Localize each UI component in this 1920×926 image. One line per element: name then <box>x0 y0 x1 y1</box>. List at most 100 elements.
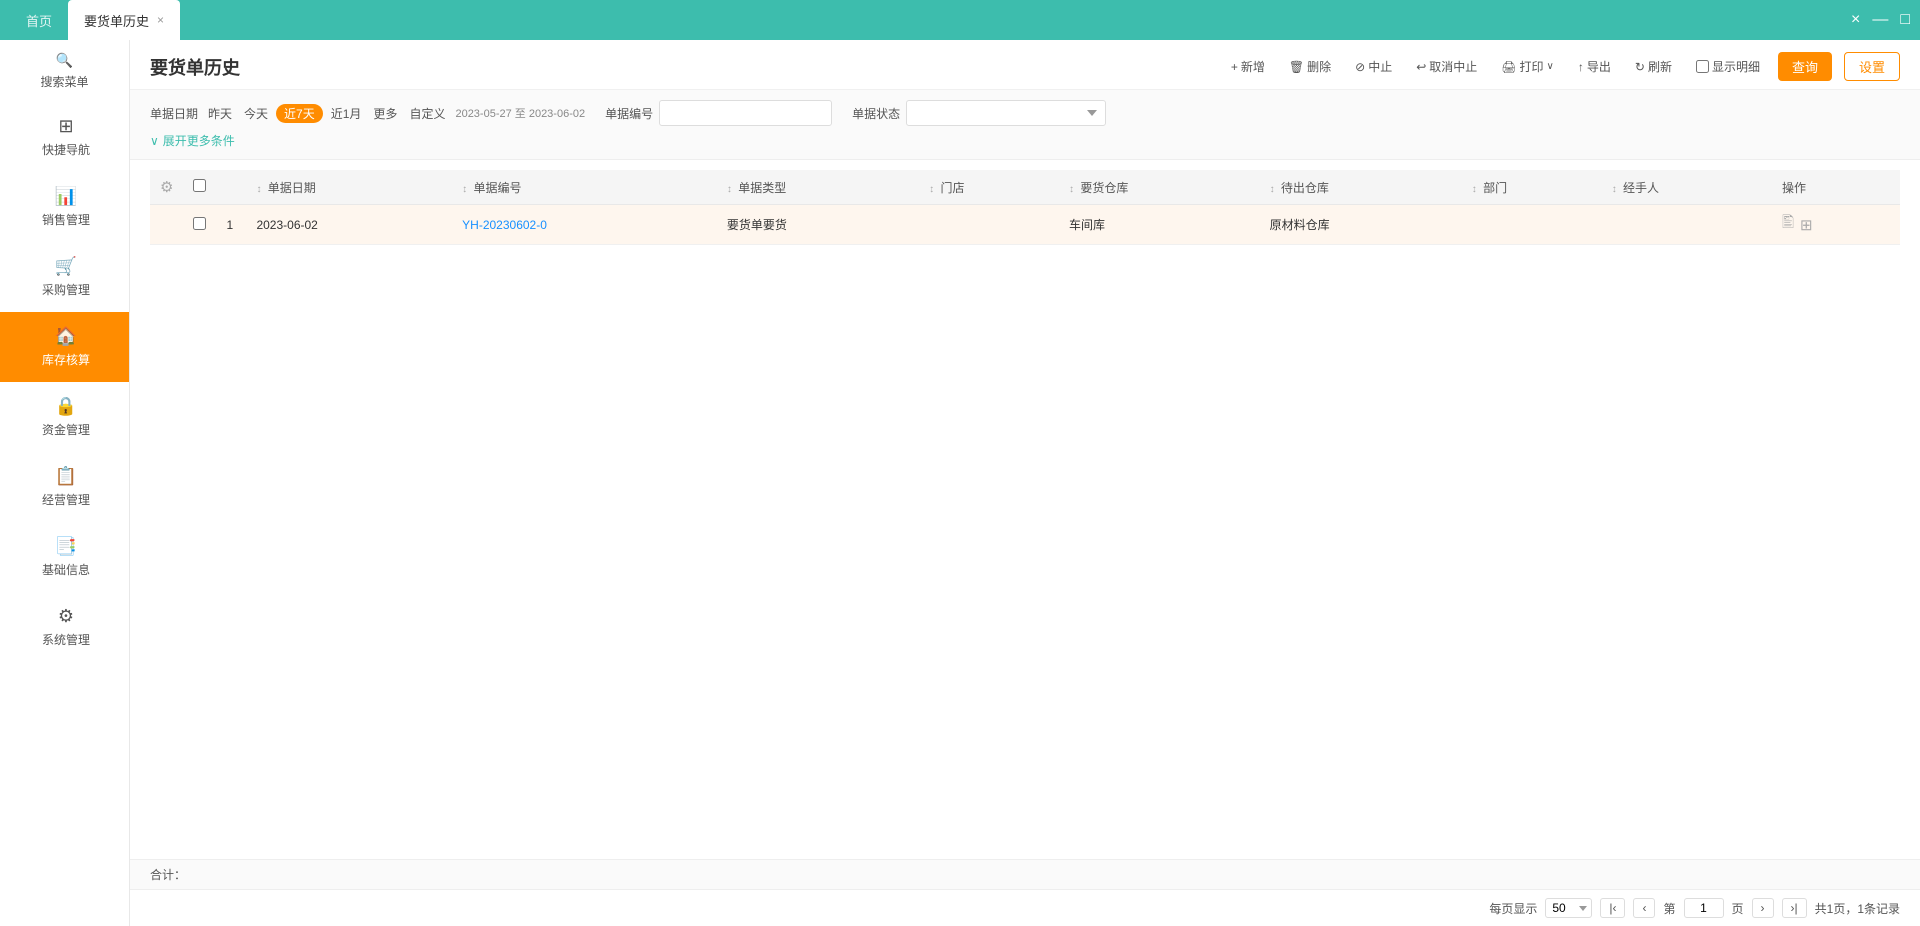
col-store-label: 门店 <box>940 181 964 195</box>
date-btn-today[interactable]: 今天 <box>240 104 272 123</box>
show-detail-checkbox[interactable]: 显示明细 <box>1690 55 1766 78</box>
sidebar-item-base-info[interactable]: 📑 基础信息 <box>0 522 129 592</box>
next-page-button[interactable]: › <box>1752 898 1774 918</box>
req-warehouse-value: 车间库 <box>1069 218 1105 232</box>
ops-icon: 📋 <box>55 466 77 487</box>
row-pending-warehouse: 原材料仓库 <box>1260 205 1462 245</box>
summary-label: 合计： <box>150 868 186 882</box>
sidebar-item-purchase-label: 采购管理 <box>42 281 90 298</box>
tab-close-icon[interactable]: × <box>157 13 164 27</box>
sidebar-item-finance[interactable]: 🔒 资金管理 <box>0 382 129 452</box>
window-maximize-icon[interactable]: □ <box>1900 11 1910 29</box>
prev-page-button[interactable]: ‹ <box>1633 898 1655 918</box>
sidebar: 搜索菜单 ⊞ 快捷导航 📊 销售管理 🛒 采购管理 🏠 库存核算 🔒 资金管理 … <box>0 40 130 926</box>
tab-home[interactable]: 首页 <box>10 0 68 40</box>
delete-icon: 🗑 <box>1289 60 1304 74</box>
sidebar-item-system[interactable]: ⚙ 系统管理 <box>0 592 129 662</box>
export-label: 导出 <box>1587 58 1611 75</box>
row-view-icon[interactable]: 🖺 <box>1782 212 1794 237</box>
col-handler-label: 经手人 <box>1623 181 1659 195</box>
row-handler <box>1602 205 1772 245</box>
col-department[interactable]: 部门 <box>1462 170 1602 205</box>
col-doc-no[interactable]: 单据编号 <box>452 170 717 205</box>
select-all-checkbox[interactable] <box>193 179 206 192</box>
page-title: 要货单历史 <box>150 54 240 80</box>
refresh-button[interactable]: ↻ 刷新 <box>1629 55 1678 78</box>
export-button[interactable]: ↑ 导出 <box>1572 55 1617 78</box>
row-checkbox-cell <box>183 205 216 245</box>
delete-button[interactable]: 🗑 删除 <box>1283 55 1337 78</box>
stop-button[interactable]: ⊘ 中止 <box>1349 55 1398 78</box>
col-doc-date[interactable]: 单据日期 <box>246 170 452 205</box>
table-container: ⚙ 单据日期 单据编号 <box>130 160 1920 859</box>
col-rowno <box>216 170 246 205</box>
sidebar-item-ops[interactable]: 📋 经营管理 <box>0 452 129 522</box>
pending-warehouse-value: 原材料仓库 <box>1270 218 1330 232</box>
date-btn-more[interactable]: 更多 <box>369 104 401 123</box>
settings-button[interactable]: 设置 <box>1844 52 1900 81</box>
row-action-icons: 🖺 ⊞ <box>1782 212 1890 237</box>
col-doc-type-label: 单据类型 <box>738 181 786 195</box>
cancel-stop-button[interactable]: ↩ 取消中止 <box>1410 55 1483 78</box>
per-page-select[interactable]: 50 20 100 200 <box>1545 898 1592 918</box>
col-doc-type[interactable]: 单据类型 <box>717 170 919 205</box>
date-range-text: 2023-05-27 至 2023-06-02 <box>455 105 585 121</box>
tab-requisition-history[interactable]: 要货单历史 × <box>68 0 180 40</box>
last-page-button[interactable]: ›| <box>1782 898 1807 918</box>
col-pending-warehouse[interactable]: 待出仓库 <box>1260 170 1462 205</box>
sort-store-icon <box>929 181 937 195</box>
docno-label: 单据编号 <box>605 105 653 122</box>
show-detail-input[interactable] <box>1696 60 1709 73</box>
sales-icon: 📊 <box>55 186 77 207</box>
print-button[interactable]: 🖨 打印 ∨ <box>1495 55 1560 78</box>
date-buttons: 昨天 今天 近7天 近1月 更多 自定义 <box>204 104 449 123</box>
docno-input[interactable] <box>659 100 832 126</box>
row-actions-cell: 🖺 ⊞ <box>1772 205 1900 245</box>
per-page-label: 每页显示 <box>1489 900 1537 917</box>
sidebar-item-inventory-label: 库存核算 <box>42 351 90 368</box>
query-button[interactable]: 查询 <box>1778 52 1832 81</box>
filter-docno-group: 单据编号 <box>605 100 832 126</box>
date-btn-7days[interactable]: 近7天 <box>276 104 323 123</box>
doc-no-link[interactable]: YH-20230602-0 <box>462 218 547 232</box>
pagination-bar: 每页显示 50 20 100 200 |‹ ‹ 第 页 › ›| 共1页，1条记… <box>130 889 1920 926</box>
expand-more-button[interactable]: ∨ 展开更多条件 <box>150 132 1900 149</box>
sidebar-item-quick-nav[interactable]: ⊞ 快捷导航 <box>0 102 129 172</box>
filter-status-group: 单据状态 <box>852 100 1106 126</box>
sidebar-item-purchase[interactable]: 🛒 采购管理 <box>0 242 129 312</box>
first-page-button[interactable]: |‹ <box>1600 898 1625 918</box>
col-pending-warehouse-label: 待出仓库 <box>1281 181 1329 195</box>
stop-icon: ⊘ <box>1355 60 1365 74</box>
window-close-icon[interactable]: × <box>1851 11 1860 29</box>
new-button[interactable]: + 新增 <box>1225 55 1271 78</box>
row-store <box>919 205 1059 245</box>
sort-doc-date-icon <box>256 181 264 195</box>
filter-bar: 单据日期 昨天 今天 近7天 近1月 更多 自定义 2023-05-27 至 2… <box>130 90 1920 160</box>
col-handler[interactable]: 经手人 <box>1602 170 1772 205</box>
print-label: 打印 <box>1520 58 1544 75</box>
col-req-warehouse[interactable]: 要货仓库 <box>1059 170 1260 205</box>
col-settings-icon[interactable]: ⚙ <box>160 179 173 196</box>
stop-label: 中止 <box>1368 58 1392 75</box>
sidebar-item-sales[interactable]: 📊 销售管理 <box>0 172 129 242</box>
sidebar-item-inventory[interactable]: 🏠 库存核算 <box>0 312 129 382</box>
sort-doc-no-icon <box>462 181 470 195</box>
table-body: 1 2023-06-02 YH-20230602-0 要货单要货 <box>150 205 1900 245</box>
col-actions: 操作 <box>1772 170 1900 205</box>
date-btn-yesterday[interactable]: 昨天 <box>204 104 236 123</box>
date-btn-1month[interactable]: 近1月 <box>327 104 366 123</box>
window-minimize-icon[interactable]: — <box>1872 11 1888 29</box>
col-store[interactable]: 门店 <box>919 170 1059 205</box>
search-icon <box>56 52 73 69</box>
date-btn-custom[interactable]: 自定义 <box>405 104 449 123</box>
row-edit-icon[interactable]: ⊞ <box>1800 216 1813 234</box>
show-detail-label: 显示明细 <box>1712 58 1760 75</box>
date-label: 单据日期 <box>150 105 198 122</box>
row-doc-no: YH-20230602-0 <box>452 205 717 245</box>
row-checkbox[interactable] <box>193 217 206 230</box>
inventory-icon: 🏠 <box>55 326 77 347</box>
refresh-icon: ↻ <box>1635 60 1645 74</box>
status-select[interactable] <box>906 100 1106 126</box>
page-number-input[interactable] <box>1684 898 1724 918</box>
sidebar-search[interactable]: 搜索菜单 <box>0 40 129 102</box>
